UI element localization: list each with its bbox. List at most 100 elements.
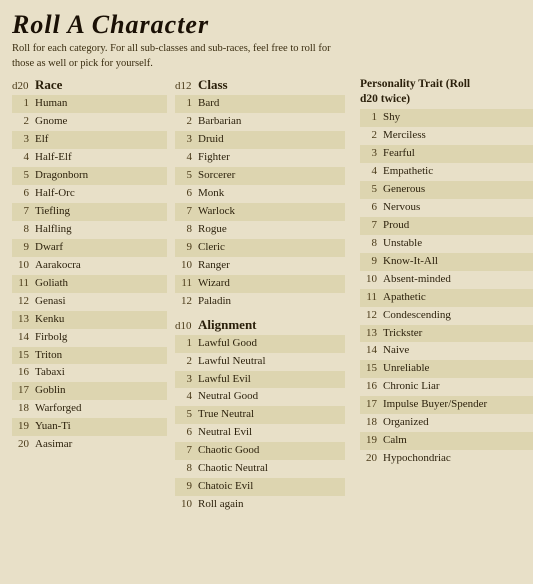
table-row: 9Know-It-All [360,253,533,271]
row-num: 15 [12,347,32,365]
table-row: 4Empathetic [360,163,533,181]
row-value: Chronic Liar [380,378,533,396]
row-value: Cleric [195,239,345,257]
row-value: Sorcerer [195,167,345,185]
class-header: d12 Class [175,77,345,93]
row-num: 3 [360,145,380,163]
table-row: 15Unreliable [360,360,533,378]
table-row: 2Merciless [360,127,533,145]
personality-header: Personality Trait (Roll d20 twice) [360,77,533,107]
row-num: 18 [360,414,380,432]
table-row: 13Trickster [360,325,533,343]
row-value: Rogue [195,221,345,239]
row-num: 11 [175,275,195,293]
row-num: 2 [360,127,380,145]
table-row: 12Condescending [360,307,533,325]
row-value: Shy [380,109,533,127]
personality-section: Personality Trait (Roll d20 twice) 1Shy2… [360,77,533,514]
row-num: 1 [175,335,195,353]
row-num: 4 [175,149,195,167]
row-value: Absent-minded [380,271,533,289]
table-row: 2Lawful Neutral [175,353,345,371]
row-num: 3 [175,131,195,149]
table-row: 5Generous [360,181,533,199]
row-num: 6 [360,199,380,217]
row-num: 12 [12,293,32,311]
row-num: 9 [175,478,195,496]
row-value: Genasi [32,293,167,311]
personality-dice: d20 twice) [360,93,410,105]
row-num: 1 [175,95,195,113]
row-value: Monk [195,185,345,203]
row-value: Druid [195,131,345,149]
row-num: 6 [175,424,195,442]
row-value: Aasimar [32,436,167,454]
subtitle: Roll for each category. For all sub-clas… [12,42,352,71]
row-num: 6 [12,185,32,203]
row-num: 6 [175,185,195,203]
table-row: 4Half-Elf [12,149,167,167]
class-dice: d12 [175,80,192,92]
table-row: 4Neutral Good [175,388,345,406]
row-value: Goliath [32,275,167,293]
row-num: 5 [175,406,195,424]
row-num: 4 [12,149,32,167]
table-row: 8Halfling [12,221,167,239]
race-header: d20 Race [12,77,167,93]
row-num: 2 [175,353,195,371]
row-value: Warforged [32,400,167,418]
row-value: Organized [380,414,533,432]
row-num: 10 [175,257,195,275]
row-value: Lawful Evil [195,371,345,389]
row-value: Half-Orc [32,185,167,203]
row-num: 12 [175,293,195,311]
row-value: Know-It-All [380,253,533,271]
table-row: 17Impulse Buyer/Spender [360,396,533,414]
row-value: Bard [195,95,345,113]
table-row: 9Cleric [175,239,345,257]
row-num: 14 [360,342,380,360]
row-value: Firbolg [32,329,167,347]
row-num: 10 [12,257,32,275]
row-num: 8 [175,460,195,478]
row-num: 4 [175,388,195,406]
table-row: 1Bard [175,95,345,113]
row-value: Tabaxi [32,364,167,382]
table-row: 6Half-Orc [12,185,167,203]
alignment-column: d10 Alignment 1Lawful Good2Lawful Neutra… [175,317,345,514]
row-value: Fearful [380,145,533,163]
race-column: d20 Race 1Human2Gnome3Elf4Half-Elf5Drago… [12,77,167,514]
table-row: 11Wizard [175,275,345,293]
table-row: 20Aasimar [12,436,167,454]
row-num: 9 [12,239,32,257]
class-alignment-col: d12 Class 1Bard2Barbarian3Druid4Fighter5… [175,77,345,514]
alignment-header: d10 Alignment [175,317,345,333]
row-num: 8 [175,221,195,239]
table-row: 3Fearful [360,145,533,163]
table-row: 5Sorcerer [175,167,345,185]
row-value: Lawful Good [195,335,345,353]
row-value: Lawful Neutral [195,353,345,371]
class-label: Class [198,77,228,92]
row-num: 2 [175,113,195,131]
row-num: 17 [12,382,32,400]
row-num: 5 [12,167,32,185]
row-num: 13 [12,311,32,329]
table-row: 3Lawful Evil [175,371,345,389]
class-column: d12 Class 1Bard2Barbarian3Druid4Fighter5… [175,77,345,310]
row-value: Paladin [195,293,345,311]
row-num: 7 [175,442,195,460]
row-num: 12 [360,307,380,325]
row-num: 5 [360,181,380,199]
row-value: True Neutral [195,406,345,424]
row-value: Unreliable [380,360,533,378]
row-num: 10 [360,271,380,289]
row-num: 19 [12,418,32,436]
row-value: Trickster [380,325,533,343]
row-value: Naive [380,342,533,360]
row-value: Triton [32,347,167,365]
row-num: 1 [360,109,380,127]
table-row: 6Monk [175,185,345,203]
row-num: 3 [12,131,32,149]
row-value: Elf [32,131,167,149]
